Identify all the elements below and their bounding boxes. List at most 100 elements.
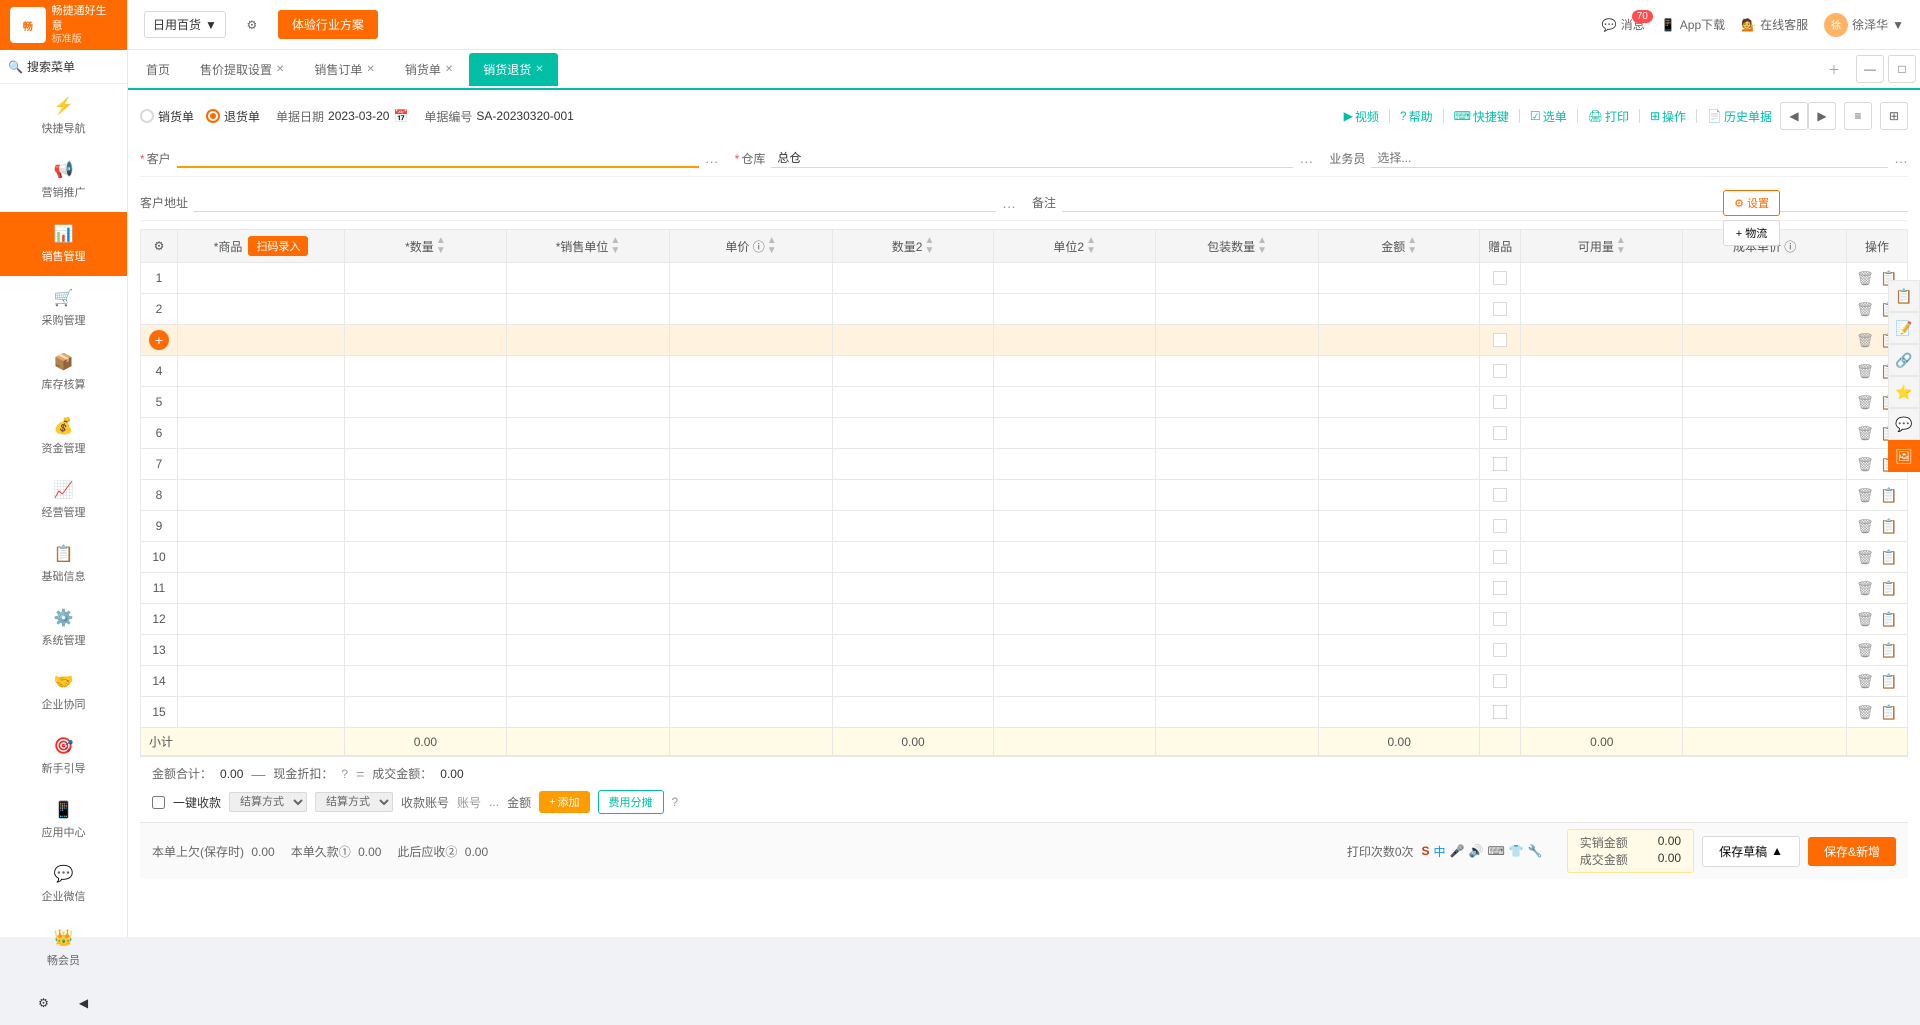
qty2-input-7[interactable]	[841, 457, 986, 471]
available-input-5[interactable]	[1529, 395, 1674, 409]
row-qty-5[interactable]	[345, 387, 506, 418]
row-copy-10[interactable]: 📋	[1879, 547, 1899, 567]
list-view-btn[interactable]: ≡	[1844, 102, 1872, 130]
row-price-15[interactable]	[670, 697, 832, 728]
row-gift-3[interactable]	[1480, 325, 1521, 356]
gift-cb-13[interactable]	[1493, 643, 1507, 657]
row-amount-10[interactable]	[1319, 542, 1480, 573]
settings-bottom-btn[interactable]: ⚙	[26, 989, 62, 1017]
row-copy-12[interactable]: 📋	[1879, 609, 1899, 629]
amount-input-14[interactable]	[1327, 674, 1471, 688]
row-qty-13[interactable]	[345, 635, 506, 666]
tab-sales-return[interactable]: 销货退货 ✕	[469, 53, 557, 86]
available-input-7[interactable]	[1529, 457, 1674, 471]
help-btn[interactable]: ? 帮助	[1400, 108, 1433, 125]
row-qty2-10[interactable]	[832, 542, 994, 573]
product-input-4[interactable]	[186, 364, 336, 378]
cost-price-input-5[interactable]	[1691, 395, 1838, 409]
cost-price-input-9[interactable]	[1691, 519, 1838, 533]
row-delete-12[interactable]: 🗑	[1855, 609, 1875, 629]
row-pkg-1[interactable]	[1155, 263, 1318, 294]
unit2-input-15[interactable]	[1002, 705, 1147, 719]
unit-input-11[interactable]	[515, 581, 662, 595]
settings-btn[interactable]: ⚙ 设置	[1723, 190, 1780, 216]
available-input-1[interactable]	[1529, 271, 1674, 285]
qty-input-9[interactable]	[353, 519, 497, 533]
qty-input-15[interactable]	[353, 705, 497, 719]
trial-btn[interactable]: 体验行业方案	[278, 10, 378, 39]
price-input-13[interactable]	[678, 643, 823, 657]
qty-input-12[interactable]	[353, 612, 497, 626]
row-gift-10[interactable]	[1480, 542, 1521, 573]
right-float-star[interactable]: ⭐	[1888, 376, 1920, 408]
row-qty-10[interactable]	[345, 542, 506, 573]
row-price-6[interactable]	[670, 418, 832, 449]
gift-cb-7[interactable]	[1493, 457, 1507, 471]
row-amount-2[interactable]	[1319, 294, 1480, 325]
cost-price-input-8[interactable]	[1691, 488, 1838, 502]
cost-price-input-3[interactable]	[1691, 333, 1838, 347]
cost-price-input-2[interactable]	[1691, 302, 1838, 316]
row-cost-price-12[interactable]	[1683, 604, 1847, 635]
unit2-input-10[interactable]	[1002, 550, 1147, 564]
minimize-btn[interactable]: —	[1856, 55, 1884, 83]
row-gift-13[interactable]	[1480, 635, 1521, 666]
row-cost-price-13[interactable]	[1683, 635, 1847, 666]
row-product-2[interactable]	[178, 294, 345, 325]
video-btn[interactable]: ▶ 视频	[1344, 108, 1379, 125]
gift-cb-2[interactable]	[1493, 302, 1507, 316]
qty-input-8[interactable]	[353, 488, 497, 502]
row-qty2-6[interactable]	[832, 418, 994, 449]
row-amount-11[interactable]	[1319, 573, 1480, 604]
sidebar-item-app-center[interactable]: 📱 应用中心	[0, 788, 127, 852]
row-available-14[interactable]	[1521, 666, 1683, 697]
row-qty2-2[interactable]	[832, 294, 994, 325]
sidebar-item-basic-info[interactable]: 📋 基础信息	[0, 532, 127, 596]
row-amount-12[interactable]	[1319, 604, 1480, 635]
available-input-3[interactable]	[1529, 333, 1674, 347]
qty2-input-8[interactable]	[841, 488, 986, 502]
row-unit-4[interactable]	[506, 356, 670, 387]
pkg-input-14[interactable]	[1164, 674, 1310, 688]
row-qty2-15[interactable]	[832, 697, 994, 728]
row-pkg-6[interactable]	[1155, 418, 1318, 449]
qty2-input-5[interactable]	[841, 395, 986, 409]
qty-input-2[interactable]	[353, 302, 497, 316]
row-gift-14[interactable]	[1480, 666, 1521, 697]
unit-input-6[interactable]	[515, 426, 662, 440]
row-qty-3[interactable]	[345, 325, 506, 356]
sidebar-item-purchase[interactable]: 🛒 采购管理	[0, 276, 127, 340]
row-qty-6[interactable]	[345, 418, 506, 449]
row-product-15[interactable]	[178, 697, 345, 728]
price-input-3[interactable]	[678, 333, 823, 347]
unit-input-15[interactable]	[515, 705, 662, 719]
row-cost-price-6[interactable]	[1683, 418, 1847, 449]
discount-help-icon[interactable]: ?	[341, 767, 348, 781]
row-pkg-7[interactable]	[1155, 449, 1318, 480]
product-input-14[interactable]	[186, 674, 336, 688]
cost-price-input-4[interactable]	[1691, 364, 1838, 378]
row-delete-7[interactable]: 🗑	[1855, 454, 1875, 474]
gift-cb-14[interactable]	[1493, 674, 1507, 688]
warehouse-input[interactable]	[771, 149, 1293, 168]
pkg-input-8[interactable]	[1164, 488, 1310, 502]
row-product-3[interactable]	[178, 325, 345, 356]
shirt-icon[interactable]: 👕	[1509, 844, 1524, 858]
pkg-input-5[interactable]	[1164, 395, 1310, 409]
row-copy-8[interactable]: 📋	[1879, 485, 1899, 505]
row-product-9[interactable]	[178, 511, 345, 542]
row-available-10[interactable]	[1521, 542, 1683, 573]
unit-input-5[interactable]	[515, 395, 662, 409]
row-product-5[interactable]	[178, 387, 345, 418]
gift-cb-4[interactable]	[1493, 364, 1507, 378]
sidebar-item-quick-nav[interactable]: ⚡ 快捷导航	[0, 84, 127, 148]
message-btn[interactable]: 💬 消息 70	[1602, 16, 1645, 33]
sidebar-item-marketing[interactable]: 📢 营销推广	[0, 148, 127, 212]
available-input-2[interactable]	[1529, 302, 1674, 316]
staff-input[interactable]	[1371, 149, 1888, 168]
row-pkg-13[interactable]	[1155, 635, 1318, 666]
row-pkg-11[interactable]	[1155, 573, 1318, 604]
amount-input-10[interactable]	[1327, 550, 1471, 564]
row-qty-4[interactable]	[345, 356, 506, 387]
tab-close-sales-bill[interactable]: ✕	[445, 64, 453, 75]
